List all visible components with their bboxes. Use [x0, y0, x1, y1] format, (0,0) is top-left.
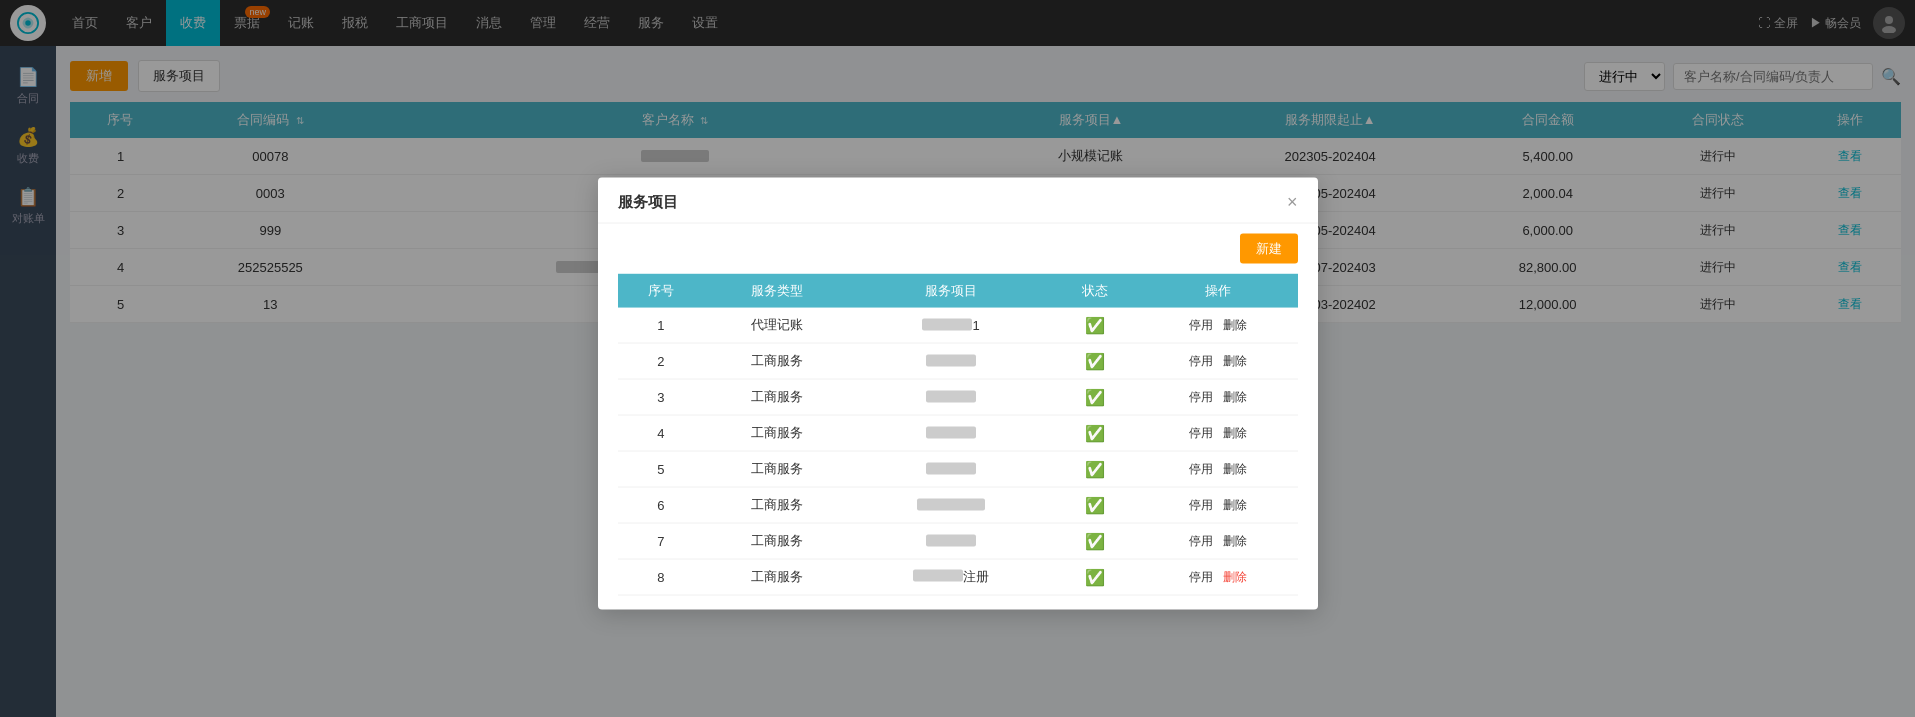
modal-col-type: 服务类型 — [704, 273, 850, 307]
modal-cell-seq: 7 — [618, 523, 705, 559]
modal-cell-item: ████1 — [851, 307, 1052, 343]
modal-table-row: 4 工商服务 ████ ✅ 停用 删除 — [618, 415, 1298, 451]
modal-cell-action: 停用 删除 — [1138, 523, 1297, 559]
stop-button[interactable]: 停用 — [1189, 317, 1213, 331]
modal-col-seq: 序号 — [618, 273, 705, 307]
modal-cell-item: ████ — [851, 415, 1052, 451]
modal-body: 序号 服务类型 服务项目 状态 操作 1 代理记账 ████1 ✅ 停用 删除 … — [598, 273, 1318, 609]
stop-button[interactable]: 停用 — [1189, 569, 1213, 583]
modal-new-button[interactable]: 新建 — [1240, 233, 1298, 263]
modal-toolbar: 新建 — [598, 223, 1318, 273]
modal-cell-status: ✅ — [1052, 559, 1139, 595]
delete-button[interactable]: 删除 — [1223, 389, 1247, 403]
modal-cell-action: 停用 删除 — [1138, 415, 1297, 451]
stop-button[interactable]: 停用 — [1189, 533, 1213, 547]
modal-cell-type: 工商服务 — [704, 415, 850, 451]
modal-cell-status: ✅ — [1052, 343, 1139, 379]
modal-close-button[interactable]: × — [1287, 191, 1298, 212]
modal-cell-status: ✅ — [1052, 415, 1139, 451]
modal-cell-type: 工商服务 — [704, 343, 850, 379]
stop-button[interactable]: 停用 — [1189, 425, 1213, 439]
modal-table-row: 1 代理记账 ████1 ✅ 停用 删除 — [618, 307, 1298, 343]
modal-cell-status: ✅ — [1052, 487, 1139, 523]
delete-button[interactable]: 删除 — [1223, 461, 1247, 475]
delete-button[interactable]: 删除 — [1223, 533, 1247, 547]
status-check-icon: ✅ — [1085, 460, 1105, 477]
modal-col-item: 服务项目 — [851, 273, 1052, 307]
modal-cell-action: 停用 删除 — [1138, 307, 1297, 343]
modal-cell-action: 停用 删除 — [1138, 451, 1297, 487]
modal-table-row: 3 工商服务 ████ ✅ 停用 删除 — [618, 379, 1298, 415]
modal-cell-item: ████ — [851, 343, 1052, 379]
modal-cell-seq: 4 — [618, 415, 705, 451]
modal-col-action: 操作 — [1138, 273, 1297, 307]
modal-cell-seq: 3 — [618, 379, 705, 415]
modal-col-status: 状态 — [1052, 273, 1139, 307]
modal-cell-seq: 6 — [618, 487, 705, 523]
status-check-icon: ✅ — [1085, 532, 1105, 549]
status-check-icon: ✅ — [1085, 316, 1105, 333]
modal-cell-item: ████ — [851, 451, 1052, 487]
status-check-icon: ✅ — [1085, 352, 1105, 369]
delete-button[interactable]: 删除 — [1223, 497, 1247, 511]
modal-cell-action: 停用 删除 — [1138, 343, 1297, 379]
delete-button[interactable]: 删除 — [1223, 317, 1247, 331]
modal-cell-status: ✅ — [1052, 379, 1139, 415]
modal-cell-type: 代理记账 — [704, 307, 850, 343]
modal-table-row: 6 工商服务 ████████ ✅ 停用 删除 — [618, 487, 1298, 523]
modal-title: 服务项目 — [618, 192, 678, 211]
modal-cell-action: 停用 删除 — [1138, 559, 1297, 595]
modal-cell-type: 工商服务 — [704, 523, 850, 559]
delete-button[interactable]: 删除 — [1223, 569, 1247, 583]
status-check-icon: ✅ — [1085, 424, 1105, 441]
modal-header: 服务项目 × — [598, 177, 1318, 223]
status-check-icon: ✅ — [1085, 388, 1105, 405]
modal-cell-seq: 1 — [618, 307, 705, 343]
modal-cell-action: 停用 删除 — [1138, 487, 1297, 523]
modal-cell-status: ✅ — [1052, 523, 1139, 559]
stop-button[interactable]: 停用 — [1189, 353, 1213, 367]
modal-cell-status: ✅ — [1052, 307, 1139, 343]
modal-cell-item: ████注册 — [851, 559, 1052, 595]
status-check-icon: ✅ — [1085, 568, 1105, 585]
modal-cell-type: 工商服务 — [704, 487, 850, 523]
modal-cell-item: ████████ — [851, 487, 1052, 523]
stop-button[interactable]: 停用 — [1189, 461, 1213, 475]
modal-cell-item: ████ — [851, 523, 1052, 559]
modal-cell-seq: 5 — [618, 451, 705, 487]
modal-table-row: 8 工商服务 ████注册 ✅ 停用 删除 — [618, 559, 1298, 595]
service-items-table: 序号 服务类型 服务项目 状态 操作 1 代理记账 ████1 ✅ 停用 删除 … — [618, 273, 1298, 595]
modal-table-row: 2 工商服务 ████ ✅ 停用 删除 — [618, 343, 1298, 379]
service-items-modal: 服务项目 × 新建 序号 服务类型 服务项目 状态 操作 1 代理记账 ████… — [598, 177, 1318, 609]
modal-cell-seq: 8 — [618, 559, 705, 595]
modal-cell-type: 工商服务 — [704, 559, 850, 595]
modal-cell-type: 工商服务 — [704, 451, 850, 487]
modal-cell-status: ✅ — [1052, 451, 1139, 487]
modal-cell-item: ████ — [851, 379, 1052, 415]
status-check-icon: ✅ — [1085, 496, 1105, 513]
stop-button[interactable]: 停用 — [1189, 497, 1213, 511]
delete-button[interactable]: 删除 — [1223, 425, 1247, 439]
stop-button[interactable]: 停用 — [1189, 389, 1213, 403]
modal-cell-action: 停用 删除 — [1138, 379, 1297, 415]
modal-cell-seq: 2 — [618, 343, 705, 379]
modal-cell-type: 工商服务 — [704, 379, 850, 415]
modal-table-row: 5 工商服务 ████ ✅ 停用 删除 — [618, 451, 1298, 487]
modal-table-row: 7 工商服务 ████ ✅ 停用 删除 — [618, 523, 1298, 559]
delete-button[interactable]: 删除 — [1223, 353, 1247, 367]
